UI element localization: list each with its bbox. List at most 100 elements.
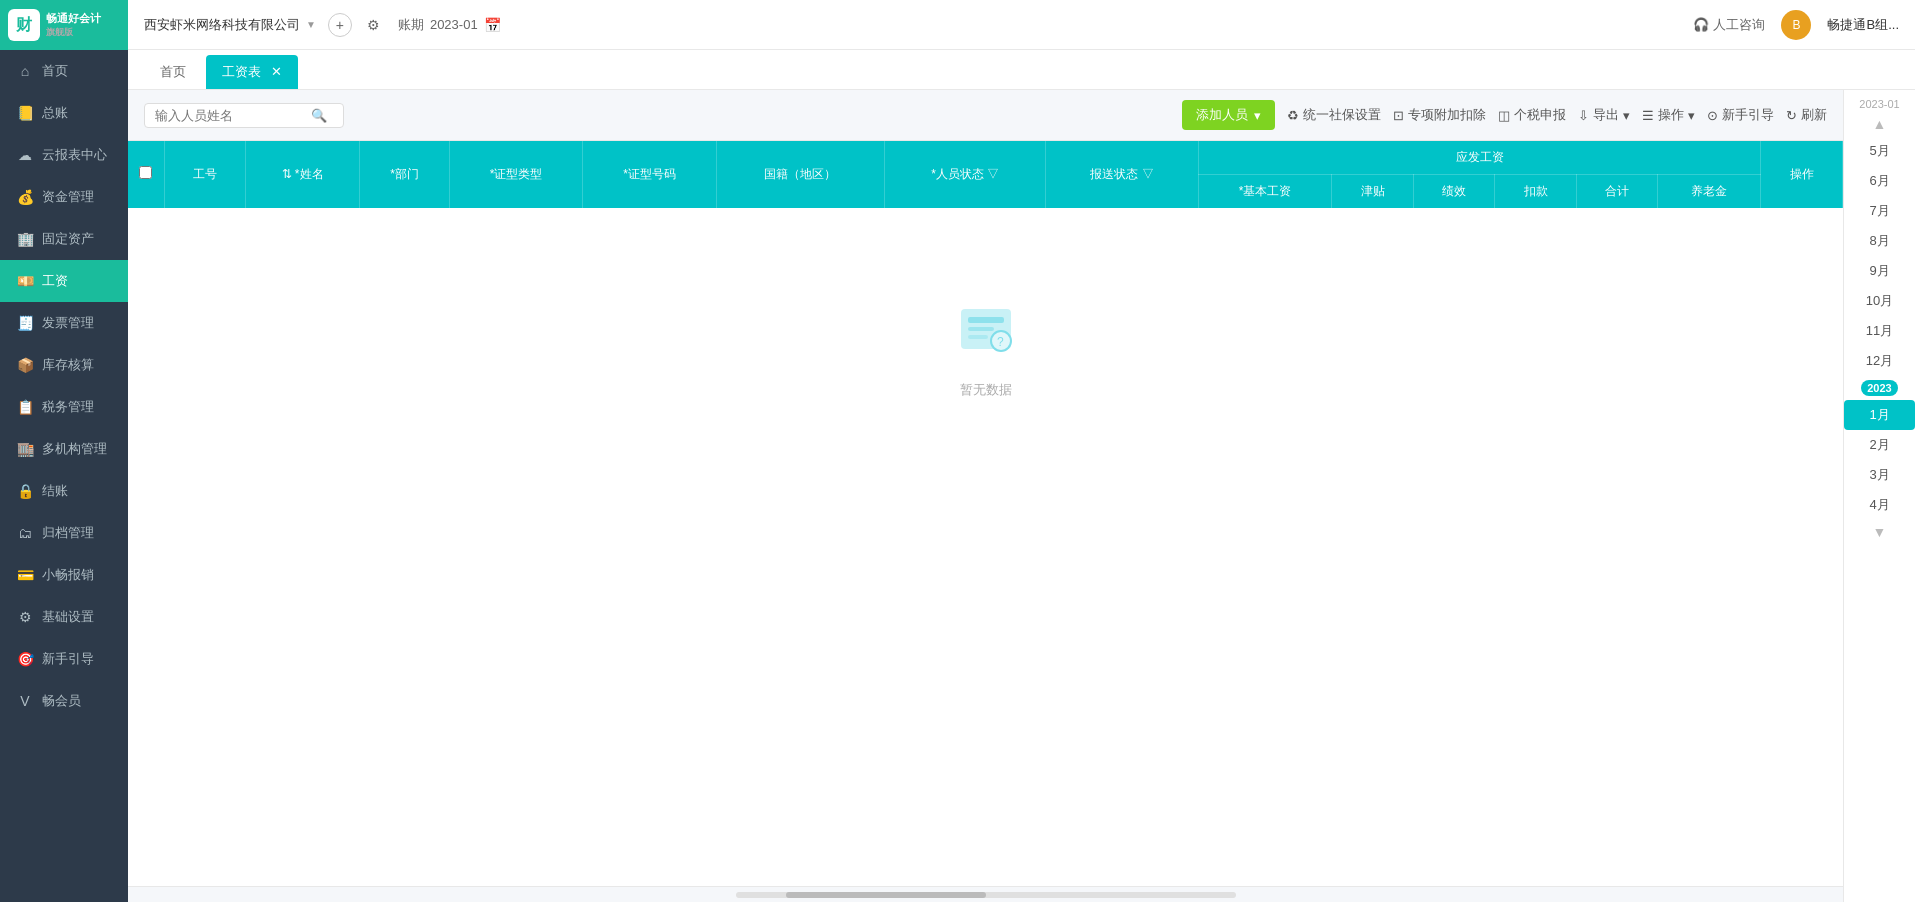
col-pension: 养老金 — [1658, 175, 1761, 209]
refresh-label: 刷新 — [1801, 106, 1827, 124]
date-month-8[interactable]: 8月 — [1844, 226, 1915, 256]
date-month-6[interactable]: 6月 — [1844, 166, 1915, 196]
date-month-1[interactable]: 1月 — [1844, 400, 1915, 430]
sidebar-item-vip[interactable]: V畅会员 — [0, 680, 128, 722]
guide-button[interactable]: ⊙ 新手引导 — [1707, 106, 1774, 124]
col-report-status[interactable]: 报送状态 ▽ — [1046, 141, 1199, 208]
svg-rect-2 — [968, 327, 994, 331]
toolbar-right: 添加人员 ▾ ♻ 统一社保设置 ⊡ 专项附加扣除 ◫ 个税申报 — [1182, 100, 1827, 130]
select-all-checkbox[interactable] — [139, 166, 152, 179]
human-service-button[interactable]: 🎧 人工咨询 — [1693, 16, 1765, 34]
date-scroll-up-icon[interactable]: ▲ — [1869, 112, 1891, 136]
operations-label: 操作 — [1658, 106, 1684, 124]
sidebar-logo: 财 畅通好会计 旗舰版 — [0, 0, 128, 50]
date-month-7[interactable]: 7月 — [1844, 196, 1915, 226]
add-company-button[interactable]: + — [328, 13, 352, 37]
sidebar-icon-fund: 💰 — [16, 189, 34, 205]
sidebar-label-inventory: 库存核算 — [42, 356, 94, 374]
date-month-2[interactable]: 2月 — [1844, 430, 1915, 460]
col-department: *部门 — [360, 141, 450, 208]
sidebar-item-multi-org[interactable]: 🏬多机构管理 — [0, 428, 128, 470]
date-panel: 2023-01 ▲ 5月 6月 7月 8月 9月 10月 11月 12月 202… — [1843, 90, 1915, 902]
company-selector[interactable]: 西安虾米网络科技有限公司 ▼ — [144, 16, 316, 34]
sidebar-label-settings: 基础设置 — [42, 608, 94, 626]
sidebar-item-home[interactable]: ⌂首页 — [0, 50, 128, 92]
sidebar-item-guide[interactable]: 🎯新手引导 — [0, 638, 128, 680]
special-deduction-label: 专项附加扣除 — [1408, 106, 1486, 124]
sidebar-item-cloud-report[interactable]: ☁云报表中心 — [0, 134, 128, 176]
sidebar-item-settings[interactable]: ⚙基础设置 — [0, 596, 128, 638]
svg-rect-3 — [968, 335, 988, 339]
guide-label: 新手引导 — [1722, 106, 1774, 124]
operations-chevron-icon: ▾ — [1688, 108, 1695, 123]
search-input-wrap[interactable]: 🔍 — [144, 103, 344, 128]
sidebar-item-archive[interactable]: 🗂归档管理 — [0, 512, 128, 554]
sidebar-item-tax[interactable]: 📋税务管理 — [0, 386, 128, 428]
scrollbar-thumb[interactable] — [786, 892, 986, 898]
toolbar: 🔍 添加人员 ▾ ♻ 统一社保设置 ⊡ 专项附加扣除 — [128, 90, 1843, 141]
tab-payroll-label: 工资表 — [222, 64, 261, 79]
sidebar-nav: ⌂首页📒总账☁云报表中心💰资金管理🏢固定资产💴工资🧾发票管理📦库存核算📋税务管理… — [0, 50, 128, 902]
sidebar-icon-tax: 📋 — [16, 399, 34, 415]
sidebar-item-fixed-assets[interactable]: 🏢固定资产 — [0, 218, 128, 260]
col-person-status[interactable]: *人员状态 ▽ — [885, 141, 1046, 208]
sidebar-label-multi-org: 多机构管理 — [42, 440, 107, 458]
sidebar-icon-fixed-assets: 🏢 — [16, 231, 34, 247]
sidebar-item-close[interactable]: 🔒结账 — [0, 470, 128, 512]
refresh-button[interactable]: ↻ 刷新 — [1786, 106, 1827, 124]
date-month-3[interactable]: 3月 — [1844, 460, 1915, 490]
tab-payroll-table[interactable]: 工资表 ✕ — [206, 55, 298, 89]
scrollbar-track[interactable] — [736, 892, 1236, 898]
sidebar-label-vip: 畅会员 — [42, 692, 81, 710]
date-panel-year: 2023 — [1861, 380, 1897, 396]
search-input[interactable] — [155, 108, 305, 123]
operations-button[interactable]: ☰ 操作 ▾ — [1642, 106, 1695, 124]
export-button[interactable]: ⇩ 导出 ▾ — [1578, 106, 1630, 124]
col-name[interactable]: ⇅ *姓名 — [245, 141, 359, 208]
export-label: 导出 — [1593, 106, 1619, 124]
date-month-10[interactable]: 10月 — [1844, 286, 1915, 316]
col-actions: 操作 — [1761, 141, 1843, 208]
bottom-scrollbar-area[interactable] — [128, 886, 1843, 902]
content-area: 🔍 添加人员 ▾ ♻ 统一社保设置 ⊡ 专项附加扣除 — [128, 90, 1915, 902]
sidebar-label-expense: 小畅报销 — [42, 566, 94, 584]
sidebar-label-guide: 新手引导 — [42, 650, 94, 668]
sidebar-item-inventory[interactable]: 📦库存核算 — [0, 344, 128, 386]
data-table: 工号 ⇅ *姓名 *部门 *证型类型 *证型号码 国籍（地区） *人员状态 ▽ … — [128, 141, 1843, 209]
sidebar-item-fund[interactable]: 💰资金管理 — [0, 176, 128, 218]
date-month-4[interactable]: 4月 — [1844, 490, 1915, 520]
add-person-chevron-icon: ▾ — [1254, 108, 1261, 123]
settings-icon[interactable]: ⚙ — [362, 13, 386, 37]
date-month-11[interactable]: 11月 — [1844, 316, 1915, 346]
social-security-button[interactable]: ♻ 统一社保设置 — [1287, 106, 1381, 124]
date-month-12[interactable]: 12月 — [1844, 346, 1915, 376]
sidebar-icon-cloud-report: ☁ — [16, 147, 34, 163]
sidebar-item-invoice[interactable]: 🧾发票管理 — [0, 302, 128, 344]
add-person-label: 添加人员 — [1196, 106, 1248, 124]
personal-tax-button[interactable]: ◫ 个税申报 — [1498, 106, 1566, 124]
sidebar-item-expense[interactable]: 💳小畅报销 — [0, 554, 128, 596]
col-id-number: *证型号码 — [583, 141, 716, 208]
tab-close-icon[interactable]: ✕ — [271, 64, 282, 79]
date-scroll-down-icon[interactable]: ▼ — [1869, 520, 1891, 544]
company-name: 西安虾米网络科技有限公司 — [144, 16, 300, 34]
sidebar-item-ledger[interactable]: 📒总账 — [0, 92, 128, 134]
sidebar-label-archive: 归档管理 — [42, 524, 94, 542]
add-person-button[interactable]: 添加人员 ▾ — [1182, 100, 1275, 130]
top-header: 西安虾米网络科技有限公司 ▼ + ⚙ 账期 2023-01 📅 🎧 人工咨询 B… — [128, 0, 1915, 50]
tab-home[interactable]: 首页 — [144, 55, 202, 89]
calendar-icon[interactable]: 📅 — [484, 17, 501, 33]
col-employee-id: 工号 — [164, 141, 245, 208]
date-month-9[interactable]: 9月 — [1844, 256, 1915, 286]
sidebar-item-payroll[interactable]: 💴工资 — [0, 260, 128, 302]
table-checkbox-header[interactable] — [128, 141, 164, 208]
sidebar-icon-close: 🔒 — [16, 483, 34, 499]
date-month-5[interactable]: 5月 — [1844, 136, 1915, 166]
sidebar-icon-payroll: 💴 — [16, 273, 34, 289]
person-status-filter-icon: ▽ — [987, 167, 999, 181]
main-area: 西安虾米网络科技有限公司 ▼ + ⚙ 账期 2023-01 📅 🎧 人工咨询 B… — [128, 0, 1915, 902]
special-deduction-button[interactable]: ⊡ 专项附加扣除 — [1393, 106, 1486, 124]
headset-icon: 🎧 — [1693, 17, 1709, 32]
user-avatar: B — [1781, 10, 1811, 40]
export-icon: ⇩ — [1578, 108, 1589, 123]
